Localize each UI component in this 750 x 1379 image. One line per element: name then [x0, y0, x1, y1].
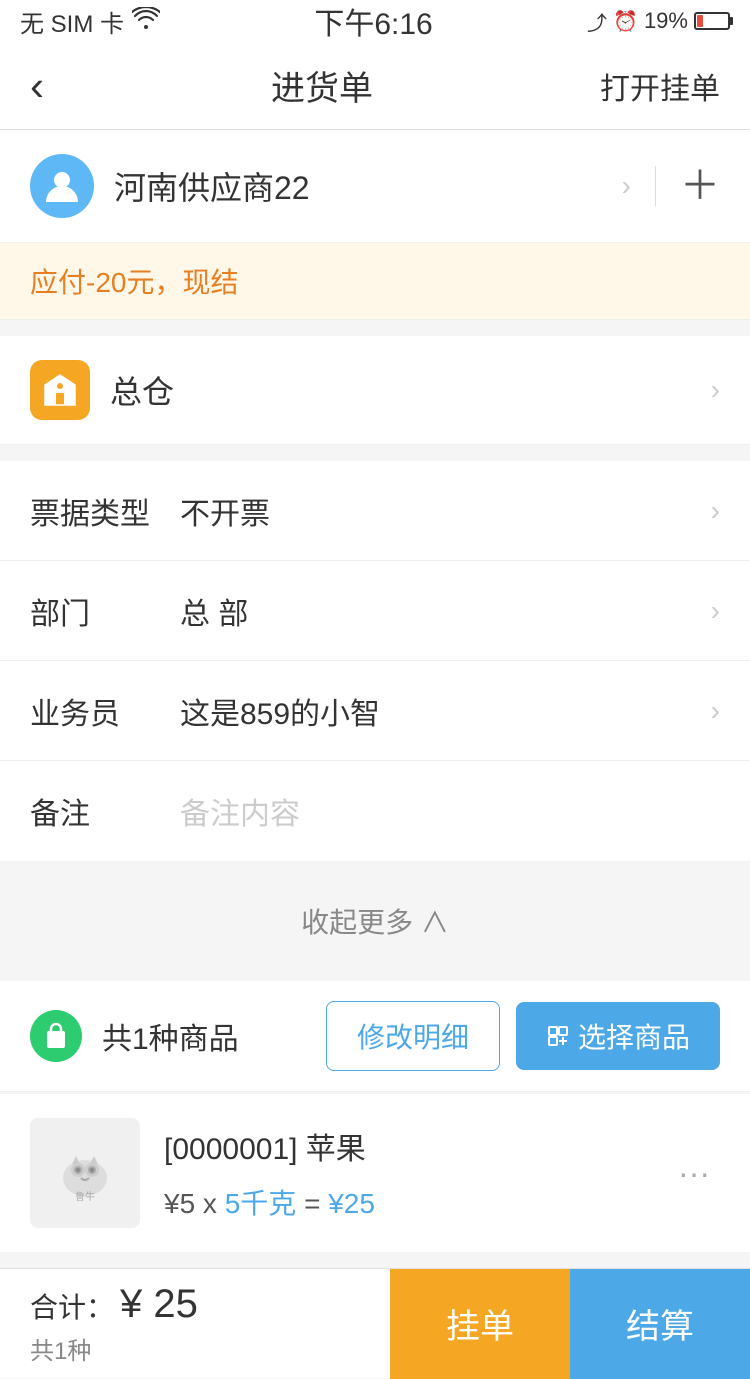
total-amount-row: 合计： ¥ 25 — [30, 1282, 360, 1327]
open-hang-button[interactable]: 打开挂单 — [600, 64, 720, 108]
status-left: 无 SIM 卡 — [20, 4, 160, 39]
location-icon: ⤴ — [587, 7, 607, 36]
warehouse-icon-wrap — [30, 360, 90, 420]
hang-button[interactable]: 挂单 — [390, 1269, 570, 1379]
product-thumbnail: 鲁牛 — [30, 1118, 140, 1228]
supplier-alert-banner: 应付-20元，现结 — [0, 243, 750, 319]
collapse-label: 收起更多 ∧ — [301, 907, 449, 938]
equals-sign: = — [304, 1188, 328, 1219]
remark-row[interactable]: 备注 备注内容 — [0, 761, 750, 861]
sales-chevron-icon: › — [711, 695, 720, 727]
carrier-text: 无 SIM 卡 — [20, 4, 124, 39]
battery-icon — [694, 12, 730, 30]
product-count: 共1种商品 — [102, 1014, 326, 1058]
sales-label: 业务员 — [30, 689, 160, 733]
warehouse-name: 总仓 — [110, 367, 701, 413]
supplier-avatar — [30, 154, 94, 218]
wifi-icon — [132, 7, 160, 36]
invoice-row[interactable]: 票据类型 不开票 › — [0, 461, 750, 561]
department-row[interactable]: 部门 总 部 › — [0, 561, 750, 661]
supplier-divider — [655, 166, 656, 206]
supplier-chevron-icon: › — [622, 170, 631, 202]
nav-bar: ‹ 进货单 打开挂单 — [0, 42, 750, 130]
page-title: 进货单 — [271, 61, 373, 110]
add-supplier-button[interactable]: ＋ — [680, 166, 720, 206]
supplier-section: 河南供应商22 › ＋ 应付-20元，现结 — [0, 130, 750, 320]
department-chevron-icon: › — [711, 595, 720, 627]
product-name: [0000001] 苹果 — [164, 1124, 668, 1168]
remark-input[interactable]: 备注内容 — [160, 789, 720, 833]
unit-price: ¥5 x — [164, 1188, 225, 1219]
product-bag-icon — [30, 1010, 82, 1062]
invoice-value: 不开票 — [160, 489, 701, 533]
supplier-row[interactable]: 河南供应商22 › ＋ — [0, 130, 750, 243]
supplier-name: 河南供应商22 — [114, 163, 612, 209]
product-header: 共1种商品 修改明细 选择商品 — [0, 981, 750, 1092]
form-section: 票据类型 不开票 › 部门 总 部 › 业务员 这是859的小智 › 备注 备注… — [0, 461, 750, 861]
warehouse-row[interactable]: 总仓 › — [0, 336, 750, 445]
department-label: 部门 — [30, 589, 160, 633]
battery-percentage: 19% — [644, 8, 688, 34]
select-product-label: 选择商品 — [578, 1016, 690, 1056]
product-info: [0000001] 苹果 ¥5 x 5千克 = ¥25 — [164, 1124, 668, 1222]
supplier-alert-text: 应付-20元，现结 — [30, 267, 238, 298]
department-value: 总 部 — [160, 589, 701, 633]
product-item: 鲁牛 [0000001] 苹果 ¥5 x 5千克 = ¥25 ··· — [0, 1094, 750, 1252]
product-more-button[interactable]: ··· — [668, 1145, 720, 1202]
sales-row[interactable]: 业务员 这是859的小智 › — [0, 661, 750, 761]
alarm-icon: ⏰ — [613, 9, 638, 34]
total-label: 合计： — [30, 1286, 114, 1326]
sales-value: 这是859的小智 — [160, 689, 701, 733]
product-title: 苹果 — [306, 1133, 366, 1166]
modify-detail-button[interactable]: 修改明细 — [326, 1001, 500, 1071]
total-amount: ¥ 25 — [120, 1282, 198, 1327]
footer: 合计： ¥ 25 共1种 挂单 结算 — [0, 1268, 750, 1378]
footer-total: 合计： ¥ 25 共1种 — [0, 1282, 390, 1366]
subtotal: ¥25 — [328, 1188, 375, 1219]
status-bar: 无 SIM 卡 下午6:16 ⤴ ⏰ 19% — [0, 0, 750, 42]
back-button[interactable]: ‹ — [30, 62, 44, 110]
svg-text:鲁牛: 鲁牛 — [75, 1190, 95, 1203]
invoice-chevron-icon: › — [711, 495, 720, 527]
total-count: 共1种 — [30, 1331, 360, 1366]
remark-label: 备注 — [30, 789, 160, 833]
collapse-bar[interactable]: 收起更多 ∧ — [0, 877, 750, 965]
main-content: 河南供应商22 › ＋ 应付-20元，现结 总仓 › 票据类型 不开票 › — [0, 130, 750, 1378]
warehouse-chevron-icon: › — [711, 374, 720, 406]
checkout-button[interactable]: 结算 — [570, 1269, 750, 1379]
invoice-label: 票据类型 — [30, 489, 160, 533]
select-product-button[interactable]: 选择商品 — [516, 1002, 720, 1070]
quantity: 5千克 — [225, 1188, 297, 1219]
status-time: 下午6:16 — [314, 0, 432, 43]
product-code: [0000001] — [164, 1133, 306, 1166]
status-right: ⤴ ⏰ 19% — [587, 7, 730, 36]
product-price-row: ¥5 x 5千克 = ¥25 — [164, 1182, 668, 1222]
